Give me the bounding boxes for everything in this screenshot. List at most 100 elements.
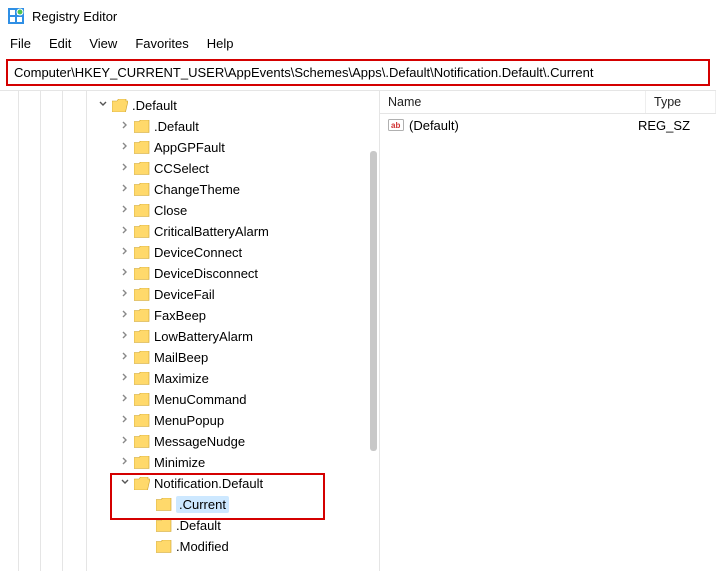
tree-node-child[interactable]: AppGPFault <box>0 137 379 158</box>
tree-node-child[interactable]: MessageNudge <box>0 431 379 452</box>
tree-node-child[interactable]: DeviceFail <box>0 284 379 305</box>
expand-expand-icon[interactable] <box>118 141 132 154</box>
expand-expand-icon[interactable] <box>118 225 132 238</box>
tree-label: .Default <box>132 98 177 113</box>
tree-node-child[interactable]: LowBatteryAlarm <box>0 326 379 347</box>
folder-icon <box>134 372 150 385</box>
expand-expand-icon[interactable] <box>118 246 132 259</box>
menubar: File Edit View Favorites Help <box>0 32 716 57</box>
menu-favorites[interactable]: Favorites <box>135 36 188 51</box>
expand-expand-icon[interactable] <box>118 330 132 343</box>
svg-text:ab: ab <box>391 121 400 130</box>
content-area: .Default .Default AppGPFault CCSelect Change… <box>0 90 716 571</box>
tree-label: LowBatteryAlarm <box>154 329 253 344</box>
tree-node-child[interactable]: Minimize <box>0 452 379 473</box>
folder-icon <box>134 267 150 280</box>
tree-node-child[interactable]: DeviceConnect <box>0 242 379 263</box>
expand-expand-icon[interactable] <box>118 162 132 175</box>
tree-node-sub[interactable]: .Current <box>0 494 379 515</box>
tree-label: DeviceDisconnect <box>154 266 258 281</box>
menu-view[interactable]: View <box>89 36 117 51</box>
string-value-icon: ab <box>388 117 404 133</box>
list-header: Name Type <box>380 91 716 114</box>
folder-icon <box>134 204 150 217</box>
tree-label: DeviceFail <box>154 287 215 302</box>
expand-expand-icon[interactable] <box>118 267 132 280</box>
folder-icon <box>134 477 150 490</box>
tree-label: FaxBeep <box>154 308 206 323</box>
expand-expand-icon[interactable] <box>118 288 132 301</box>
folder-icon <box>156 540 172 553</box>
tree-label: Notification.Default <box>154 476 263 491</box>
folder-icon <box>134 120 150 133</box>
folder-icon <box>134 393 150 406</box>
tree-node-child[interactable]: FaxBeep <box>0 305 379 326</box>
expand-expand-icon[interactable] <box>118 120 132 133</box>
expand-collapse-icon[interactable] <box>96 99 110 112</box>
tree-label: MessageNudge <box>154 434 245 449</box>
tree-node-child[interactable]: Maximize <box>0 368 379 389</box>
expand-expand-icon[interactable] <box>118 372 132 385</box>
tree-label: MenuCommand <box>154 392 247 407</box>
tree-label: .Default <box>154 119 199 134</box>
folder-icon <box>112 99 128 112</box>
expand-expand-icon[interactable] <box>118 393 132 406</box>
tree-label: Maximize <box>154 371 209 386</box>
tree-node-child[interactable]: MenuCommand <box>0 389 379 410</box>
folder-icon <box>134 288 150 301</box>
tree-node-sub[interactable]: .Modified <box>0 536 379 557</box>
tree-node-notification-default[interactable]: Notification.Default <box>0 473 379 494</box>
folder-icon <box>134 330 150 343</box>
expand-expand-icon[interactable] <box>118 435 132 448</box>
folder-icon <box>134 141 150 154</box>
titlebar: Registry Editor <box>0 0 716 32</box>
tree-node-child[interactable]: ChangeTheme <box>0 179 379 200</box>
tree-pane[interactable]: .Default .Default AppGPFault CCSelect Change… <box>0 91 380 571</box>
column-type[interactable]: Type <box>646 91 716 113</box>
tree-label: DeviceConnect <box>154 245 242 260</box>
expand-expand-icon[interactable] <box>118 309 132 322</box>
tree-node-child[interactable]: MenuPopup <box>0 410 379 431</box>
tree-label: Close <box>154 203 187 218</box>
menu-help[interactable]: Help <box>207 36 234 51</box>
tree-label: CCSelect <box>154 161 209 176</box>
tree-label: MailBeep <box>154 350 208 365</box>
menu-file[interactable]: File <box>10 36 31 51</box>
folder-icon <box>134 183 150 196</box>
addressbar-container: Computer\HKEY_CURRENT_USER\AppEvents\Sch… <box>0 57 716 90</box>
list-pane[interactable]: Name Type ab (Default) REG_SZ <box>380 91 716 571</box>
folder-icon <box>134 309 150 322</box>
tree-scrollbar[interactable] <box>370 151 377 451</box>
tree-node-default-root[interactable]: .Default <box>0 95 379 116</box>
expand-expand-icon[interactable] <box>118 183 132 196</box>
expand-expand-icon[interactable] <box>118 456 132 469</box>
menu-edit[interactable]: Edit <box>49 36 71 51</box>
folder-icon <box>134 414 150 427</box>
folder-icon <box>134 456 150 469</box>
folder-icon <box>134 225 150 238</box>
value-name: (Default) <box>409 118 638 133</box>
tree-node-child[interactable]: DeviceDisconnect <box>0 263 379 284</box>
expand-collapse-icon[interactable] <box>118 477 132 490</box>
tree-label: .Modified <box>176 539 229 554</box>
folder-icon <box>134 435 150 448</box>
expand-expand-icon[interactable] <box>118 204 132 217</box>
address-input[interactable]: Computer\HKEY_CURRENT_USER\AppEvents\Sch… <box>6 59 710 86</box>
folder-icon <box>134 351 150 364</box>
folder-icon <box>156 498 172 511</box>
tree-label: ChangeTheme <box>154 182 240 197</box>
tree-node-child[interactable]: .Default <box>0 116 379 137</box>
folder-icon <box>156 519 172 532</box>
tree-node-child[interactable]: CCSelect <box>0 158 379 179</box>
tree-node-sub[interactable]: .Default <box>0 515 379 536</box>
app-icon <box>8 8 24 24</box>
folder-icon <box>134 162 150 175</box>
tree-node-child[interactable]: CriticalBatteryAlarm <box>0 221 379 242</box>
list-row[interactable]: ab (Default) REG_SZ <box>380 114 716 136</box>
tree-node-child[interactable]: MailBeep <box>0 347 379 368</box>
expand-expand-icon[interactable] <box>118 351 132 364</box>
column-name[interactable]: Name <box>380 91 646 113</box>
tree-node-child[interactable]: Close <box>0 200 379 221</box>
expand-expand-icon[interactable] <box>118 414 132 427</box>
folder-icon <box>134 246 150 259</box>
